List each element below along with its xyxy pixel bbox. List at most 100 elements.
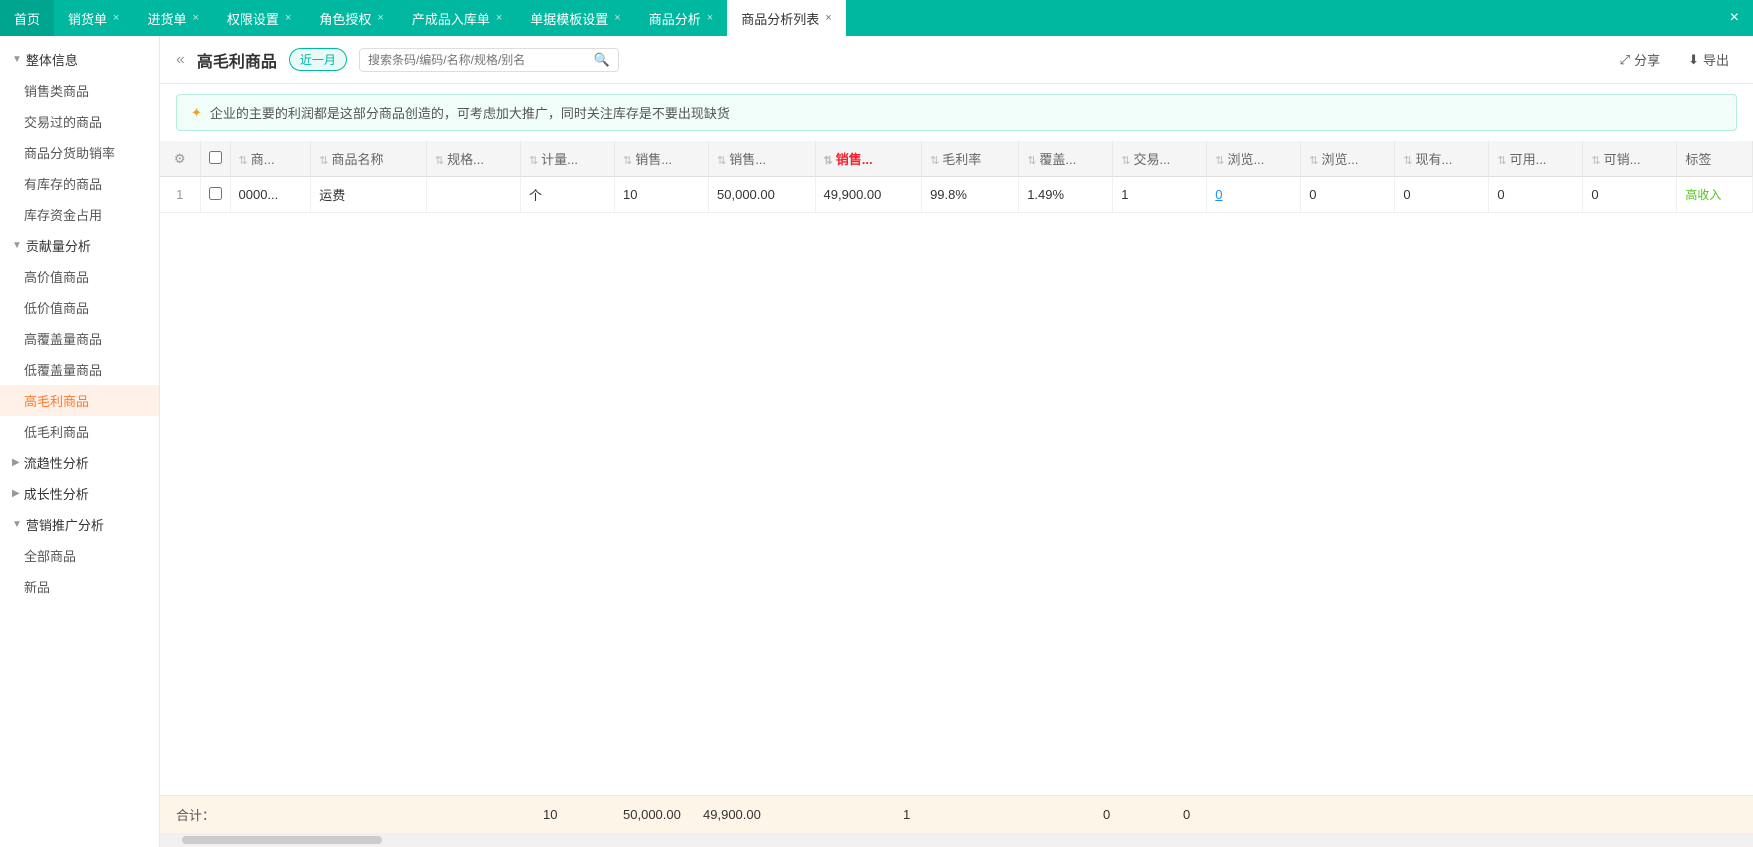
search-icon[interactable]: 🔍: [594, 52, 610, 68]
row-gross-rate: 99.8%: [922, 177, 1019, 213]
sidebar-item-sales-goods[interactable]: 销售类商品: [0, 75, 159, 106]
sidebar-item-high-value[interactable]: 高价值商品: [0, 261, 159, 292]
window-close-button[interactable]: ×: [1716, 0, 1753, 36]
footer-available: 0: [1175, 807, 1255, 822]
sidebar-group-trend[interactable]: ▶ 流趋性分析: [0, 447, 159, 478]
nav-home[interactable]: 首页: [0, 0, 54, 36]
table-footer: 合计： 10 50,000.00 49,900.00 1 0 0: [160, 795, 1753, 833]
nav-purchase-order[interactable]: 进货单 ×: [133, 0, 212, 36]
row-transaction: 1: [1113, 177, 1207, 213]
row-tag: 高收入: [1677, 177, 1753, 213]
sidebar-group-growth[interactable]: ▶ 成长性分析: [0, 478, 159, 509]
close-finished-goods[interactable]: ×: [496, 12, 502, 24]
sidebar-group-marketing[interactable]: ▼ 营销推广分析: [0, 509, 159, 540]
row-spec: [426, 177, 520, 213]
search-box: 🔍: [359, 48, 619, 72]
row-checkbox[interactable]: [200, 177, 230, 213]
close-product-analysis-list[interactable]: ×: [825, 12, 831, 24]
close-role-auth[interactable]: ×: [377, 12, 383, 24]
sidebar-item-inventory-funds[interactable]: 库存资金占用: [0, 199, 159, 230]
col-available[interactable]: ⇅可用...: [1489, 141, 1583, 177]
row-name: 运费: [311, 177, 427, 213]
info-banner: ✦ 企业的主要的利润都是这部分商品创造的，可考虑加大推广，同时关注库存是不要出现…: [176, 94, 1737, 131]
col-sales1[interactable]: ⇅销售...: [614, 141, 708, 177]
horizontal-scrollbar[interactable]: [160, 833, 1753, 847]
content-header: « 高毛利商品 近一月 🔍 ⤢ 分享 ⬇ 导出: [160, 36, 1753, 84]
sidebar-item-goods-assist-rate[interactable]: 商品分货助销率: [0, 137, 159, 168]
sidebar-item-low-value[interactable]: 低价值商品: [0, 292, 159, 323]
row-select-checkbox[interactable]: [209, 187, 222, 200]
scrollbar-thumb[interactable]: [182, 836, 382, 844]
top-navigation: 首页 销货单 × 进货单 × 权限设置 × 角色授权 × 产成品入库单 × 单据…: [0, 0, 1753, 36]
sidebar-item-all-goods[interactable]: 全部商品: [0, 540, 159, 571]
col-tag[interactable]: 标签: [1677, 141, 1753, 177]
footer-sales3: 49,900.00: [695, 807, 775, 822]
close-purchase-order[interactable]: ×: [192, 12, 198, 24]
col-transaction[interactable]: ⇅交易...: [1113, 141, 1207, 177]
sidebar-item-high-coverage[interactable]: 高覆盖量商品: [0, 323, 159, 354]
row-num: 1: [160, 177, 200, 213]
row-available: 0: [1489, 177, 1583, 213]
sidebar-group-overall[interactable]: ▼ 整体信息: [0, 44, 159, 75]
col-sales2[interactable]: ⇅销售...: [709, 141, 816, 177]
close-template-settings[interactable]: ×: [614, 12, 620, 24]
row-browse2: 0: [1301, 177, 1395, 213]
close-product-analysis[interactable]: ×: [707, 12, 713, 24]
nav-product-analysis-list[interactable]: 商品分析列表 ×: [727, 0, 845, 36]
share-icon: ⤢: [1620, 52, 1630, 68]
row-coverage: 1.49%: [1019, 177, 1113, 213]
table-row: 1 0000... 运费 个: [160, 177, 1753, 213]
row-unit: 个: [520, 177, 614, 213]
col-current[interactable]: ⇅现有...: [1395, 141, 1489, 177]
sidebar-item-new-goods[interactable]: 新品: [0, 571, 159, 602]
nav-product-analysis[interactable]: 商品分析 ×: [635, 0, 727, 36]
col-unit[interactable]: ⇅计量...: [520, 141, 614, 177]
nav-finished-goods[interactable]: 产成品入库单 ×: [398, 0, 516, 36]
col-num: ⚙: [160, 141, 200, 177]
nav-role-auth[interactable]: 角色授权 ×: [305, 0, 397, 36]
sidebar-group-contribution[interactable]: ▼ 贡献量分析: [0, 230, 159, 261]
sidebar: ▼ 整体信息 销售类商品 交易过的商品 商品分货助销率 有库存的商品 库存资金占…: [0, 36, 160, 847]
filter-recent-month-button[interactable]: 近一月: [289, 48, 347, 71]
search-input[interactable]: [368, 53, 588, 67]
sidebar-item-low-coverage[interactable]: 低覆盖量商品: [0, 354, 159, 385]
col-sales3[interactable]: ⇅销售...: [815, 141, 922, 177]
col-code[interactable]: ⇅商...: [230, 141, 311, 177]
row-code: 0000...: [230, 177, 311, 213]
arrow-right-icon: ▶: [12, 457, 20, 468]
nav-sales-order[interactable]: 销货单 ×: [54, 0, 133, 36]
col-checkbox: [200, 141, 230, 177]
sidebar-item-traded-goods[interactable]: 交易过的商品: [0, 106, 159, 137]
arrow-icon: ▼: [12, 519, 22, 530]
col-spec[interactable]: ⇅规格...: [426, 141, 520, 177]
table-wrapper: ⚙ ⇅商... ⇅商品名称 ⇅规格...: [160, 141, 1753, 795]
row-sales3: 49,900.00: [815, 177, 922, 213]
row-sellable: 0: [1583, 177, 1677, 213]
col-name[interactable]: ⇅商品名称: [311, 141, 427, 177]
footer-sales1: 10: [535, 807, 615, 822]
row-current: 0: [1395, 177, 1489, 213]
footer-sales2: 50,000.00: [615, 807, 695, 822]
col-coverage[interactable]: ⇅覆盖...: [1019, 141, 1113, 177]
col-sellable[interactable]: ⇅可销...: [1583, 141, 1677, 177]
sidebar-item-low-margin[interactable]: 低毛利商品: [0, 416, 159, 447]
close-permission-settings[interactable]: ×: [285, 12, 291, 24]
share-button[interactable]: ⤢ 分享: [1612, 46, 1668, 73]
footer-values: 10 50,000.00 49,900.00 1 0 0: [235, 807, 1737, 822]
close-sales-order[interactable]: ×: [113, 12, 119, 24]
tip-icon: ✦: [191, 105, 202, 121]
sidebar-collapse-button[interactable]: «: [176, 51, 185, 69]
select-all-checkbox[interactable]: [209, 151, 222, 164]
footer-transaction: 1: [895, 807, 975, 822]
settings-icon[interactable]: ⚙: [174, 151, 186, 166]
sidebar-item-high-margin[interactable]: 高毛利商品: [0, 385, 159, 416]
col-browse1[interactable]: ⇅浏览...: [1207, 141, 1301, 177]
sidebar-item-in-stock-goods[interactable]: 有库存的商品: [0, 168, 159, 199]
export-button[interactable]: ⬇ 导出: [1680, 46, 1737, 73]
nav-permission-settings[interactable]: 权限设置 ×: [213, 0, 305, 36]
row-browse1[interactable]: 0: [1207, 177, 1301, 213]
nav-template-settings[interactable]: 单据模板设置 ×: [516, 0, 634, 36]
row-sales1: 10: [614, 177, 708, 213]
col-browse2[interactable]: ⇅浏览...: [1301, 141, 1395, 177]
col-gross-rate[interactable]: ⇅毛利率: [922, 141, 1019, 177]
